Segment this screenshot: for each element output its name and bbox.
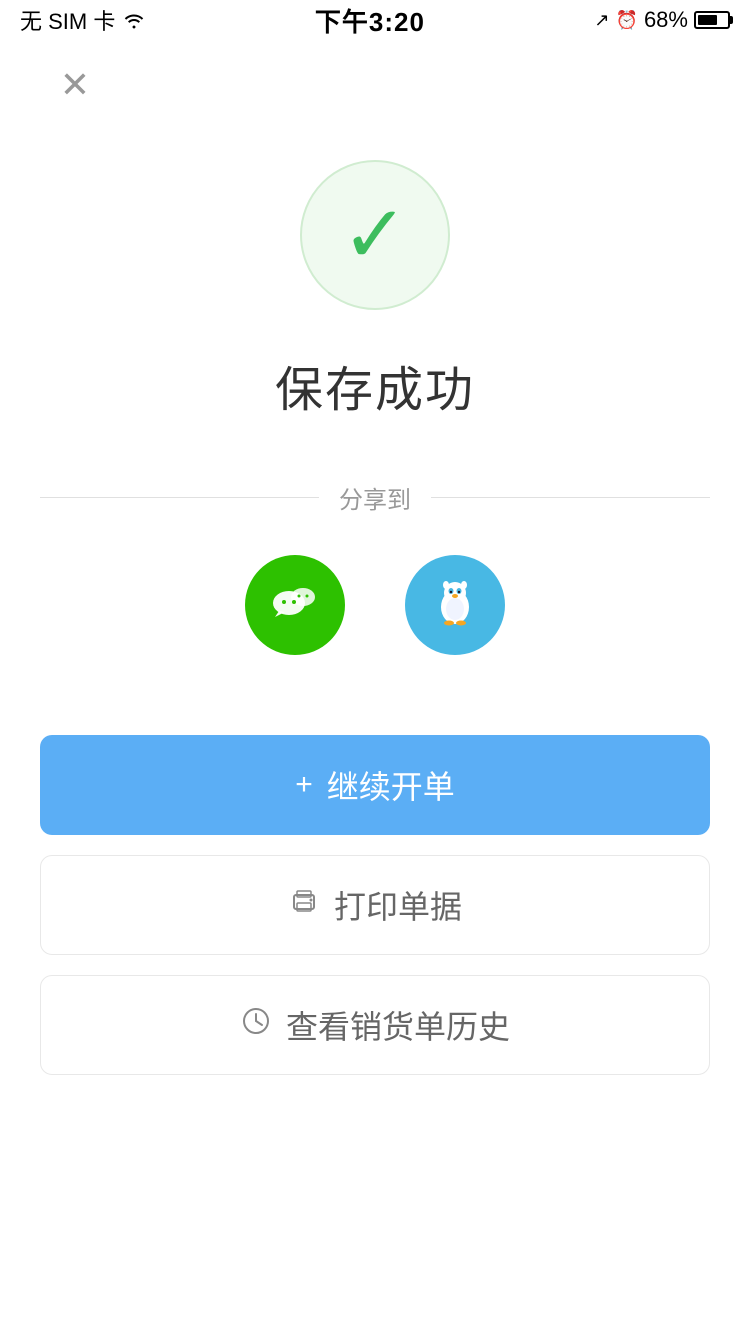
qq-share-button[interactable]: [405, 555, 505, 655]
divider-line-right: [431, 497, 710, 498]
wechat-icon: [265, 575, 325, 635]
no-sim-text: 无 SIM 卡: [20, 4, 115, 36]
close-button[interactable]: ✕: [50, 60, 100, 110]
status-left: 无 SIM 卡: [20, 4, 145, 36]
alarm-icon: ⏰: [616, 10, 638, 31]
success-title: 保存成功: [275, 350, 475, 420]
battery-icon: [694, 11, 730, 29]
continue-label: 继续开单: [327, 762, 455, 808]
share-divider: 分享到: [40, 480, 710, 515]
main-content: ✕ ✓ 保存成功 分享到: [0, 40, 750, 1334]
actions-section: + 继续开单 打印单据 查看销货单历史: [40, 735, 710, 1075]
history-label: 查看销货单历史: [286, 1002, 510, 1048]
plus-icon: +: [295, 768, 313, 802]
history-button[interactable]: 查看销货单历史: [40, 975, 710, 1075]
status-right: ↗ ⏰ 68%: [594, 7, 730, 33]
continue-button[interactable]: + 继续开单: [40, 735, 710, 835]
wechat-share-button[interactable]: [245, 555, 345, 655]
print-button[interactable]: 打印单据: [40, 855, 710, 955]
clock-icon: [240, 1005, 272, 1045]
checkmark-icon: ✓: [341, 195, 408, 275]
print-label: 打印单据: [334, 882, 462, 928]
status-bar: 无 SIM 卡 下午3:20 ↗ ⏰ 68%: [0, 0, 750, 40]
divider-line-left: [40, 497, 319, 498]
close-icon: ✕: [60, 67, 90, 103]
qq-icon: [425, 575, 485, 635]
success-circle: ✓: [300, 160, 450, 310]
share-label: 分享到: [339, 480, 411, 515]
battery-percent: 68%: [644, 7, 688, 33]
wifi-icon: [123, 11, 145, 29]
location-icon: ↗: [594, 10, 609, 31]
status-time: 下午3:20: [315, 2, 425, 39]
share-icons-container: [245, 555, 505, 655]
printer-icon: [288, 885, 320, 925]
